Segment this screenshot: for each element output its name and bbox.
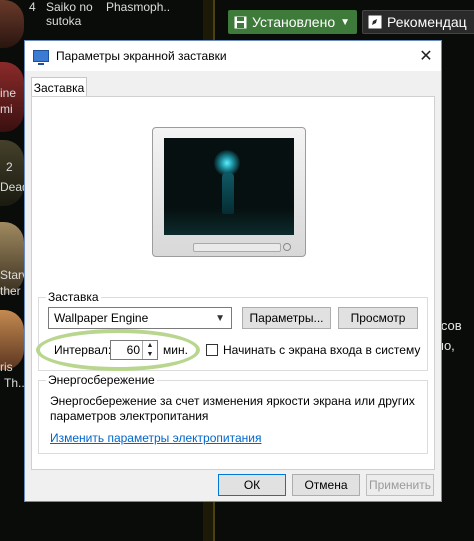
game-label-fragment: ris [0, 360, 13, 374]
game-title[interactable]: Saiko no sutoka [46, 0, 93, 28]
screensaver-group-label: Заставка [46, 290, 101, 304]
preview-floor [164, 209, 294, 235]
dialog-titlebar[interactable]: Параметры экранной заставки ✕ [25, 41, 441, 71]
monitor-icon [33, 50, 49, 65]
game-title[interactable]: Phasmoph.. [106, 0, 170, 14]
game-title-line: Saiko no [46, 0, 93, 14]
chevron-down-icon: ▼ [215, 313, 225, 324]
highlight-annotation [36, 329, 200, 371]
apply-button[interactable]: Применить [366, 474, 434, 496]
preview-button[interactable]: Просмотр [338, 307, 418, 329]
installed-button[interactable]: Установлено ▼ [228, 10, 357, 34]
monitor-power-led [283, 243, 291, 251]
game-label-fragment: ther [0, 284, 21, 298]
game-title-line: sutoka [46, 14, 82, 28]
game-tile[interactable] [0, 0, 24, 48]
badge-number: 4 [29, 0, 36, 14]
power-settings-link[interactable]: Изменить параметры электропитания [50, 431, 261, 445]
logon-checkbox[interactable] [206, 344, 218, 356]
screensaver-select-value: Wallpaper Engine [54, 311, 149, 325]
ok-button[interactable]: ОК [218, 474, 286, 496]
close-icon[interactable]: ✕ [411, 41, 441, 71]
power-description: параметров электропитания [50, 409, 209, 423]
game-label-fragment: Th.. [4, 376, 25, 390]
cancel-button[interactable]: Отмена [292, 474, 360, 496]
monitor-base [193, 243, 281, 252]
compass-icon [368, 15, 382, 29]
power-description: Энергосбережение за счет изменения яркос… [50, 394, 415, 408]
installed-label: Установлено [252, 14, 336, 30]
tab-screensaver[interactable]: Заставка [31, 77, 87, 97]
game-label-fragment: ine [0, 86, 17, 100]
settings-button[interactable]: Параметры... [242, 307, 331, 329]
dialog-title: Параметры экранной заставки [56, 49, 227, 63]
chevron-down-icon: ▼ [340, 16, 351, 28]
game-label-fragment: mi [0, 102, 13, 116]
screensaver-select[interactable]: Wallpaper Engine ▼ [48, 307, 232, 329]
preview-figure [222, 172, 234, 214]
logon-checkbox-label[interactable]: Начинать с экрана входа в систему [223, 343, 420, 357]
screensaver-settings-dialog: Параметры экранной заставки ✕ Заставка З… [24, 40, 442, 502]
save-icon [234, 16, 247, 28]
game-label-fragment: 2 [6, 160, 13, 174]
recommend-label: Рекомендац [387, 14, 467, 30]
monitor-preview [152, 127, 306, 257]
recommend-button[interactable]: Рекомендац [362, 10, 474, 34]
tab-panel: Заставка Wallpaper Engine ▼ Параметры...… [31, 96, 435, 470]
power-group-label: Энергосбережение [46, 373, 157, 387]
screensaver-preview-image [164, 138, 294, 235]
